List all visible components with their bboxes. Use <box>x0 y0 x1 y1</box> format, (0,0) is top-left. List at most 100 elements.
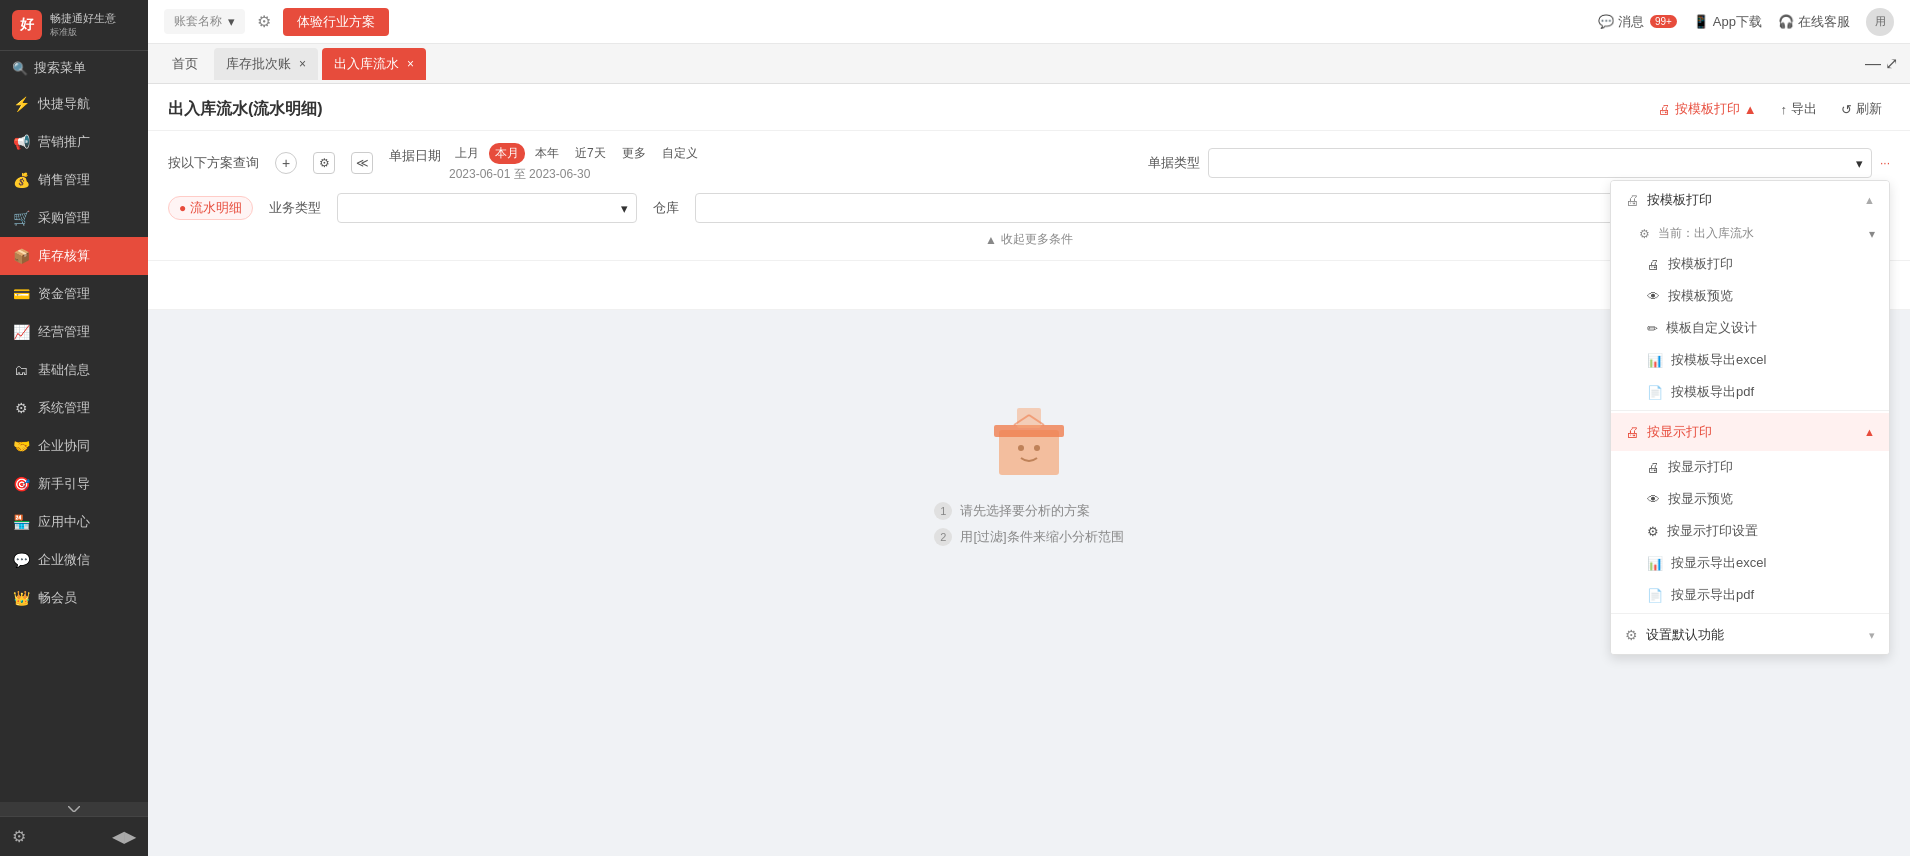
template-excel-item[interactable]: 📊 按模板导出excel <box>1611 344 1889 376</box>
dropdown-panel: 🖨 按模板打印 ▲ ⚙ 当前：出入库流水 ▾ 🖨 按模板打印 <box>1610 180 1890 655</box>
date-tab-last-month[interactable]: 上月 <box>449 143 485 164</box>
tab-home-label: 首页 <box>172 55 198 73</box>
sidebar-item-cooperation[interactable]: 🤝 企业协同 <box>0 427 148 465</box>
collapse-conditions-button[interactable]: ▲ 收起更多条件 <box>985 231 1073 248</box>
template-print-section-header[interactable]: 🖨 按模板打印 ▲ <box>1611 181 1889 219</box>
step-2-num: 2 <box>934 528 952 546</box>
template-pdf-item[interactable]: 📄 按模板导出pdf <box>1611 376 1889 408</box>
quick-nav-icon: ⚡ <box>12 95 30 113</box>
online-service-action[interactable]: 🎧 在线客服 <box>1778 13 1850 31</box>
headset-icon: 🎧 <box>1778 14 1794 29</box>
footer-collapse-icon[interactable]: ◀▶ <box>112 827 136 846</box>
content-area: 出入库流水(流水明细) 🖨 按模板打印 ▲ ↑ 导出 ↺ 刷新 <box>148 84 1910 856</box>
tab-home[interactable]: 首页 <box>160 48 210 80</box>
display-pdf-icon: 📄 <box>1647 588 1663 603</box>
template-preview-item[interactable]: 👁 按模板预览 <box>1611 280 1889 312</box>
display-print-settings-item[interactable]: ⚙ 按显示打印设置 <box>1611 515 1889 547</box>
filter-add-button[interactable]: + <box>275 152 297 174</box>
template-print-item[interactable]: 🖨 按模板打印 <box>1611 248 1889 280</box>
empty-icon <box>979 390 1079 490</box>
date-field-label: 单据日期 <box>389 143 441 165</box>
default-section-header[interactable]: ⚙ 设置默认功能 ▾ <box>1611 616 1889 654</box>
date-tab-custom[interactable]: 自定义 <box>656 143 704 164</box>
sidebar: 好 畅捷通好生意 标准版 🔍 搜索菜单 ⚡ 快捷导航 📢 营销推广 💰 销售管理… <box>0 0 148 856</box>
logo-info: 畅捷通好生意 标准版 <box>50 11 116 38</box>
date-tab-more[interactable]: 更多 <box>616 143 652 164</box>
app-download-action[interactable]: 📱 App下载 <box>1693 13 1762 31</box>
display-preview-item[interactable]: 👁 按显示预览 <box>1611 483 1889 515</box>
display-excel-item[interactable]: 📊 按显示导出excel <box>1611 547 1889 579</box>
display-preview-label: 按显示预览 <box>1668 490 1733 508</box>
trial-button[interactable]: 体验行业方案 <box>283 8 389 36</box>
tab-flow-detail-close[interactable]: × <box>407 57 414 71</box>
member-icon: 👑 <box>12 589 30 607</box>
tab-batch-account-close[interactable]: × <box>299 57 306 71</box>
sidebar-item-operations[interactable]: 📈 经营管理 <box>0 313 148 351</box>
sidebar-item-inventory[interactable]: 📦 库存核算 <box>0 237 148 275</box>
date-tab-current-month[interactable]: 本月 <box>489 143 525 164</box>
sidebar-item-system[interactable]: ⚙ 系统管理 <box>0 389 148 427</box>
template-print-button[interactable]: 🖨 按模板打印 ▲ <box>1650 96 1765 122</box>
tab-maximize-button[interactable]: ⤢ <box>1885 54 1898 73</box>
doc-type-group: 单据类型 ▾ ··· <box>1148 148 1891 178</box>
template-current: ⚙ 当前：出入库流水 ▾ <box>1611 219 1889 248</box>
sidebar-item-purchase[interactable]: 🛒 采购管理 <box>0 199 148 237</box>
display-print-section-header[interactable]: 🖨 按显示打印 ▲ <box>1611 413 1889 451</box>
collapse-label: 收起更多条件 <box>1001 231 1073 248</box>
operations-icon: 📈 <box>12 323 30 341</box>
sidebar-scroll-down[interactable] <box>0 802 148 816</box>
sidebar-item-quick-nav[interactable]: ⚡ 快捷导航 <box>0 85 148 123</box>
display-print-item[interactable]: 🖨 按显示打印 <box>1611 451 1889 483</box>
topbar-gear-icon[interactable]: ⚙ <box>257 12 271 31</box>
message-action[interactable]: 💬 消息 99+ <box>1598 13 1677 31</box>
display-excel-label: 按显示导出excel <box>1671 554 1766 572</box>
sidebar-item-guide[interactable]: 🎯 新手引导 <box>0 465 148 503</box>
cooperation-label: 企业协同 <box>38 437 90 455</box>
account-selector[interactable]: 账套名称 ▾ <box>164 9 245 34</box>
date-tabs: 上月 本月 本年 近7天 更多 自定义 <box>449 143 704 164</box>
default-section-label: 设置默认功能 <box>1646 626 1724 644</box>
template-pdf-icon: 📄 <box>1647 385 1663 400</box>
filter-collapse-button[interactable]: ≪ <box>351 152 373 174</box>
warehouse-label: 仓库 <box>653 199 679 217</box>
tab-batch-account[interactable]: 库存批次账 × <box>214 48 318 80</box>
display-print-section-label: 按显示打印 <box>1647 423 1712 441</box>
tag-icon: ● <box>179 201 186 215</box>
export-button[interactable]: ↑ 导出 <box>1773 96 1826 122</box>
display-pdf-label: 按显示导出pdf <box>1671 586 1754 604</box>
footer-settings-icon[interactable]: ⚙ <box>12 827 26 846</box>
app-download-icon: 📱 <box>1693 14 1709 29</box>
step-1-num: 1 <box>934 502 952 520</box>
doc-type-more[interactable]: ··· <box>1880 156 1890 170</box>
date-tab-7days[interactable]: 近7天 <box>569 143 612 164</box>
print-icon: 🖨 <box>1658 102 1671 117</box>
sidebar-item-sales[interactable]: 💰 销售管理 <box>0 161 148 199</box>
display-pdf-item[interactable]: 📄 按显示导出pdf <box>1611 579 1889 611</box>
search-label: 搜索菜单 <box>34 59 86 77</box>
collapse-up-icon: ▲ <box>985 233 997 247</box>
filter-label: 按以下方案查询 <box>168 154 259 172</box>
refresh-button[interactable]: ↺ 刷新 <box>1833 96 1890 122</box>
business-type-select[interactable]: ▾ <box>337 193 637 223</box>
sidebar-item-enterprise-wx[interactable]: 💬 企业微信 <box>0 541 148 579</box>
inventory-label: 库存核算 <box>38 247 90 265</box>
doc-type-select[interactable]: ▾ <box>1208 148 1872 178</box>
sidebar-item-marketing[interactable]: 📢 营销推广 <box>0 123 148 161</box>
date-tab-year[interactable]: 本年 <box>529 143 565 164</box>
template-custom-item[interactable]: ✏ 模板自定义设计 <box>1611 312 1889 344</box>
user-avatar[interactable]: 用 <box>1866 8 1894 36</box>
refresh-label: 刷新 <box>1856 100 1882 118</box>
account-chevron-icon: ▾ <box>228 14 235 29</box>
filter-settings-button[interactable]: ⚙ <box>313 152 335 174</box>
page-actions: 🖨 按模板打印 ▲ ↑ 导出 ↺ 刷新 <box>1650 96 1890 122</box>
tab-flow-detail[interactable]: 出入库流水 × <box>322 48 426 80</box>
sidebar-item-base[interactable]: 🗂 基础信息 <box>0 351 148 389</box>
sidebar-item-member[interactable]: 👑 畅会员 <box>0 579 148 617</box>
tab-minimize-button[interactable]: — <box>1865 54 1881 73</box>
sidebar-search[interactable]: 🔍 搜索菜单 <box>0 51 148 85</box>
sidebar-item-finance[interactable]: 💳 资金管理 <box>0 275 148 313</box>
sidebar-item-app-center[interactable]: 🏪 应用中心 <box>0 503 148 541</box>
template-print-section-label: 按模板打印 <box>1647 191 1712 209</box>
dropdown-divider-2 <box>1611 613 1889 614</box>
quick-nav-label: 快捷导航 <box>38 95 90 113</box>
